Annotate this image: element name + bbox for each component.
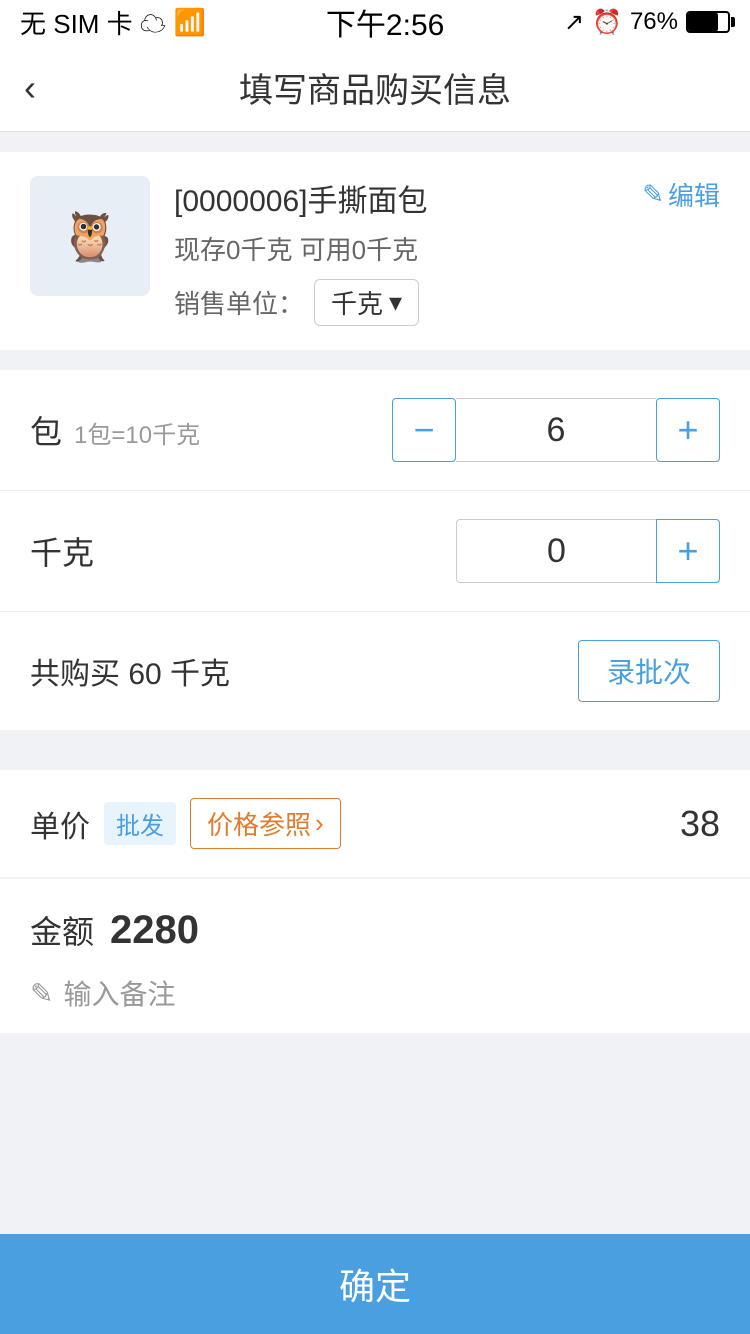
back-button[interactable]: ‹ bbox=[24, 67, 36, 109]
total-row: 共购买 60 千克 录批次 bbox=[0, 612, 750, 730]
bao-plus-button[interactable]: + bbox=[656, 398, 720, 462]
remark-row[interactable]: ✎ 输入备注 bbox=[30, 973, 720, 1013]
remark-placeholder: 输入备注 bbox=[63, 973, 175, 1013]
product-image: 🦉 bbox=[30, 176, 150, 296]
bao-qty-input[interactable] bbox=[456, 398, 656, 462]
separator-2 bbox=[0, 730, 750, 750]
status-bar: 无 SIM 卡 ☁ 📶 下午2:56 ↗ ⏰ 76% bbox=[0, 0, 750, 44]
product-card: 🦉 [0000006]手撕面包 ✎ 编辑 现存0千克 可用0千克 销售单位： 千… bbox=[0, 152, 750, 350]
unit-value: 千克 bbox=[331, 284, 383, 321]
kg-qty-input[interactable] bbox=[456, 519, 656, 583]
product-logo-icon: 🦉 bbox=[60, 208, 120, 265]
nav-bar: ‹ 填写商品购买信息 bbox=[0, 44, 750, 132]
bao-hint: 1包=10千克 bbox=[74, 415, 200, 450]
amount-label: 金额 bbox=[30, 907, 94, 953]
price-ref-button[interactable]: 价格参照 › bbox=[190, 798, 341, 849]
kg-label: 千克 bbox=[30, 528, 94, 574]
status-left: 无 SIM 卡 ☁ 📶 bbox=[20, 4, 206, 41]
edit-button[interactable]: ✎ 编辑 bbox=[642, 176, 720, 213]
price-ref-arrow-icon: › bbox=[315, 808, 324, 839]
quantity-section: 包 1包=10千克 − + 千克 + 共购买 60 千克 录批次 bbox=[0, 370, 750, 730]
bao-minus-button[interactable]: − bbox=[392, 398, 456, 462]
price-section: 单价 批发 价格参照 › 38 bbox=[0, 770, 750, 877]
battery-icon bbox=[686, 11, 730, 33]
amount-value: 2280 bbox=[110, 908, 199, 953]
kg-label-group: 千克 bbox=[30, 528, 456, 574]
location-icon: ↗ bbox=[564, 8, 584, 37]
kg-qty-control: + bbox=[456, 519, 720, 583]
alarm-icon: ⏰ bbox=[592, 8, 622, 37]
battery-pct: 76% bbox=[630, 8, 678, 36]
product-stock: 现存0千克 可用0千克 bbox=[174, 230, 720, 267]
price-left: 单价 批发 价格参照 › bbox=[30, 798, 341, 849]
unit-dropdown[interactable]: 千克 ▾ bbox=[314, 279, 419, 326]
total-text: 共购买 60 千克 bbox=[30, 649, 230, 693]
product-name-row: [0000006]手撕面包 ✎ 编辑 bbox=[174, 176, 720, 220]
batch-button[interactable]: 录批次 bbox=[578, 640, 720, 702]
kg-plus-button[interactable]: + bbox=[656, 519, 720, 583]
amount-section: 金额 2280 ✎ 输入备注 bbox=[0, 879, 750, 1033]
pencil-icon: ✎ bbox=[30, 977, 53, 1010]
page-title: 填写商品购买信息 bbox=[239, 63, 511, 112]
confirm-button[interactable]: 确定 bbox=[0, 1234, 750, 1334]
bao-label: 包 bbox=[30, 407, 62, 453]
price-ref-label: 价格参照 bbox=[207, 805, 311, 842]
bao-qty-row: 包 1包=10千克 − + bbox=[0, 370, 750, 491]
price-label: 单价 bbox=[30, 802, 90, 846]
battery-fill bbox=[688, 13, 718, 31]
product-unit-row: 销售单位： 千克 ▾ bbox=[174, 279, 720, 326]
price-value: 38 bbox=[680, 803, 720, 845]
kg-qty-row: 千克 + bbox=[0, 491, 750, 612]
product-info: [0000006]手撕面包 ✎ 编辑 现存0千克 可用0千克 销售单位： 千克 … bbox=[174, 176, 720, 326]
edit-icon: ✎ bbox=[642, 179, 664, 210]
dropdown-arrow-icon: ▾ bbox=[389, 287, 402, 318]
wifi-icon: 📶 bbox=[174, 7, 206, 38]
product-name: [0000006]手撕面包 bbox=[174, 176, 427, 220]
separator-1 bbox=[0, 350, 750, 370]
bao-qty-control: − + bbox=[392, 398, 720, 462]
edit-label: 编辑 bbox=[668, 176, 720, 213]
bao-label-group: 包 1包=10千克 bbox=[30, 407, 392, 453]
no-sim-text: 无 SIM 卡 ☁ bbox=[20, 4, 166, 41]
status-time: 下午2:56 bbox=[326, 0, 444, 44]
status-right: ↗ ⏰ 76% bbox=[564, 8, 730, 37]
unit-label: 销售单位： bbox=[174, 284, 304, 321]
price-type-tag: 批发 bbox=[104, 802, 176, 845]
amount-row: 金额 2280 bbox=[30, 907, 720, 953]
